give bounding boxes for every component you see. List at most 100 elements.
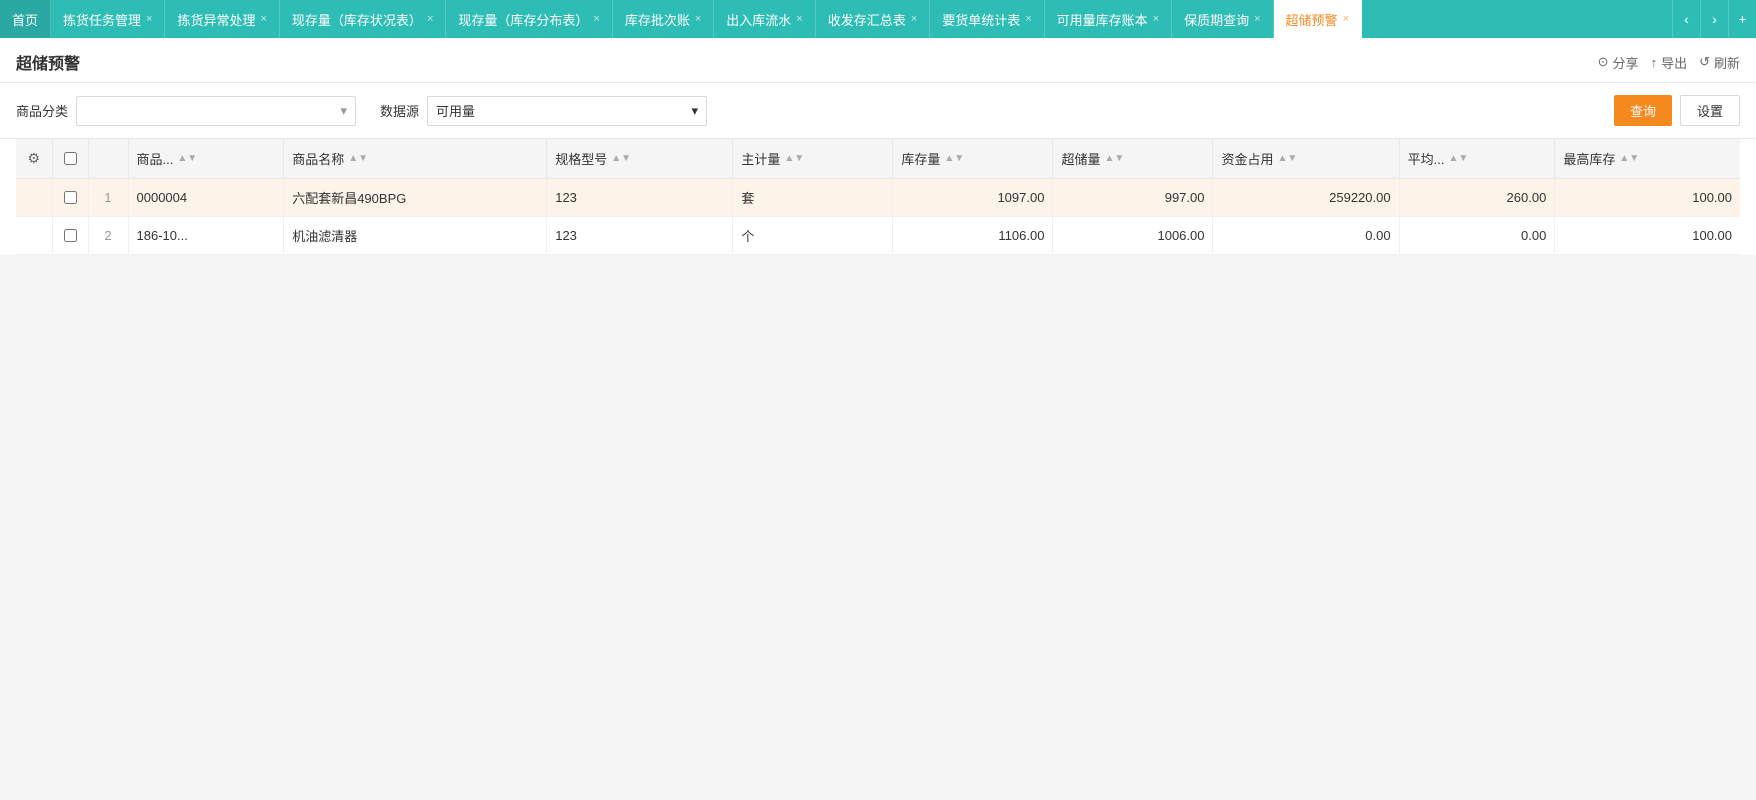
settings-button[interactable]: 设置 — [1680, 95, 1740, 126]
close-quality-check[interactable]: × — [1254, 13, 1260, 25]
datasource-select[interactable]: 可用量 ▾ — [427, 96, 707, 126]
sort-overstock-icon: ▲▼ — [1104, 154, 1124, 164]
th-max[interactable]: 最高库存 ▲▼ — [1555, 139, 1740, 179]
row-stock-1: 1106.00 — [893, 217, 1053, 255]
top-nav: 首页 拣货任务管理 × 拣货异常处理 × 现存量（库存状况表） × 现存量（库存… — [0, 0, 1756, 38]
nav-arrow-left[interactable]: ‹ — [1672, 0, 1700, 38]
row-select-1[interactable] — [64, 229, 77, 242]
th-checkbox — [52, 139, 88, 179]
nav-item-order-stats[interactable]: 要货单统计表 × — [930, 0, 1044, 38]
close-avail-account[interactable]: × — [1153, 13, 1159, 25]
row-settings-1 — [16, 217, 52, 255]
query-button[interactable]: 查询 — [1614, 95, 1672, 126]
table-area: ⚙ 商品... ▲▼ 商品名称 ▲▼ — [0, 139, 1756, 255]
settings-gear-icon[interactable]: ⚙ — [27, 150, 40, 166]
row-name-0: 六配套新昌490BPG — [284, 179, 547, 217]
nav-arrow-expand[interactable]: + — [1728, 0, 1756, 38]
share-icon: ⊙ — [1598, 54, 1609, 70]
row-code-0: 0000004 — [128, 179, 284, 217]
close-inventory-dist[interactable]: × — [593, 13, 599, 25]
sort-stock-icon: ▲▼ — [944, 154, 964, 164]
page-title: 超储预警 — [16, 50, 80, 74]
nav-item-home[interactable]: 首页 — [0, 0, 51, 38]
category-filter: 商品分类 ▾ — [16, 96, 356, 126]
export-button[interactable]: ↑ 导出 — [1651, 53, 1688, 72]
export-icon: ↑ — [1651, 55, 1658, 70]
row-overstock-0: 997.00 — [1053, 179, 1213, 217]
th-spec[interactable]: 规格型号 ▲▼ — [547, 139, 733, 179]
select-all-checkbox[interactable] — [64, 152, 77, 165]
nav-item-inventory-dist[interactable]: 现存量（库存分布表） × — [446, 0, 612, 38]
refresh-button[interactable]: ↺ 刷新 — [1699, 53, 1740, 72]
sort-max-icon: ▲▼ — [1619, 154, 1639, 164]
nav-item-abnormal[interactable]: 拣货异常处理 × — [165, 0, 279, 38]
datasource-label: 数据源 — [380, 101, 419, 120]
nav-arrow-right[interactable]: › — [1700, 0, 1728, 38]
row-avg-0: 260.00 — [1399, 179, 1555, 217]
page-header: 超储预警 ⊙ 分享 ↑ 导出 ↺ 刷新 — [0, 38, 1756, 83]
row-num-0: 1 — [88, 179, 128, 217]
close-batch-account[interactable]: × — [695, 13, 701, 25]
filter-area: 商品分类 ▾ 数据源 可用量 ▾ 查询 设置 — [0, 83, 1756, 139]
table-row: 2 186-10... 机油滤清器 123 个 1106.00 1006.00 … — [16, 217, 1740, 255]
row-select-0[interactable] — [64, 191, 77, 204]
row-unit-1: 个 — [733, 217, 893, 255]
nav-item-overstock-warning[interactable]: 超储预警 × — [1274, 0, 1362, 38]
close-abnormal[interactable]: × — [260, 13, 266, 25]
row-num-1: 2 — [88, 217, 128, 255]
th-settings: ⚙ — [16, 139, 52, 179]
row-checkbox-0 — [52, 179, 88, 217]
table-row: 1 0000004 六配套新昌490BPG 123 套 1097.00 997.… — [16, 179, 1740, 217]
sort-spec-icon: ▲▼ — [611, 154, 631, 164]
nav-item-recv-send[interactable]: 收发存汇总表 × — [816, 0, 930, 38]
row-name-1: 机油滤清器 — [284, 217, 547, 255]
nav-item-batch-account[interactable]: 库存批次账 × — [613, 0, 714, 38]
datasource-select-value: 可用量 — [436, 101, 475, 120]
category-chevron-icon: ▾ — [340, 103, 347, 119]
sort-capital-icon: ▲▼ — [1278, 154, 1298, 164]
sort-avg-icon: ▲▼ — [1448, 154, 1468, 164]
row-avg-1: 0.00 — [1399, 217, 1555, 255]
category-label: 商品分类 — [16, 101, 68, 120]
th-num — [88, 139, 128, 179]
row-max-1: 100.00 — [1555, 217, 1740, 255]
th-code[interactable]: 商品... ▲▼ — [128, 139, 284, 179]
nav-item-inout-flow[interactable]: 出入库流水 × — [714, 0, 815, 38]
row-max-0: 100.00 — [1555, 179, 1740, 217]
nav-item-quality-check[interactable]: 保质期查询 × — [1172, 0, 1273, 38]
nav-item-inventory-status[interactable]: 现存量（库存状况表） × — [280, 0, 446, 38]
sort-code-icon: ▲▼ — [177, 154, 197, 164]
row-capital-1: 0.00 — [1213, 217, 1399, 255]
close-overstock-warning[interactable]: × — [1343, 13, 1349, 25]
row-settings-0 — [16, 179, 52, 217]
nav-item-task-mgmt[interactable]: 拣货任务管理 × — [51, 0, 165, 38]
th-unit[interactable]: 主计量 ▲▼ — [733, 139, 893, 179]
nav-item-avail-account[interactable]: 可用量库存账本 × — [1045, 0, 1172, 38]
close-task-mgmt[interactable]: × — [146, 13, 152, 25]
share-button[interactable]: ⊙ 分享 — [1598, 53, 1639, 72]
th-avg[interactable]: 平均... ▲▼ — [1399, 139, 1555, 179]
row-spec-1: 123 — [547, 217, 733, 255]
refresh-icon: ↺ — [1699, 54, 1710, 70]
row-checkbox-1 — [52, 217, 88, 255]
filter-actions: 查询 设置 — [1614, 95, 1740, 126]
row-spec-0: 123 — [547, 179, 733, 217]
th-stock[interactable]: 库存量 ▲▼ — [893, 139, 1053, 179]
close-inout-flow[interactable]: × — [796, 13, 802, 25]
table-body: 1 0000004 六配套新昌490BPG 123 套 1097.00 997.… — [16, 179, 1740, 255]
row-stock-0: 1097.00 — [893, 179, 1053, 217]
data-table: ⚙ 商品... ▲▼ 商品名称 ▲▼ — [16, 139, 1740, 255]
header-actions: ⊙ 分享 ↑ 导出 ↺ 刷新 — [1598, 53, 1740, 72]
close-inventory-status[interactable]: × — [427, 13, 433, 25]
th-capital[interactable]: 资金占用 ▲▼ — [1213, 139, 1399, 179]
close-order-stats[interactable]: × — [1025, 13, 1031, 25]
th-overstock[interactable]: 超储量 ▲▼ — [1053, 139, 1213, 179]
row-unit-0: 套 — [733, 179, 893, 217]
nav-arrows: ‹ › + — [1672, 0, 1756, 38]
table-header-row: ⚙ 商品... ▲▼ 商品名称 ▲▼ — [16, 139, 1740, 179]
sort-unit-icon: ▲▼ — [784, 154, 804, 164]
sort-name-icon: ▲▼ — [348, 154, 368, 164]
category-select[interactable]: ▾ — [76, 96, 356, 126]
th-name[interactable]: 商品名称 ▲▼ — [284, 139, 547, 179]
close-recv-send[interactable]: × — [911, 13, 917, 25]
